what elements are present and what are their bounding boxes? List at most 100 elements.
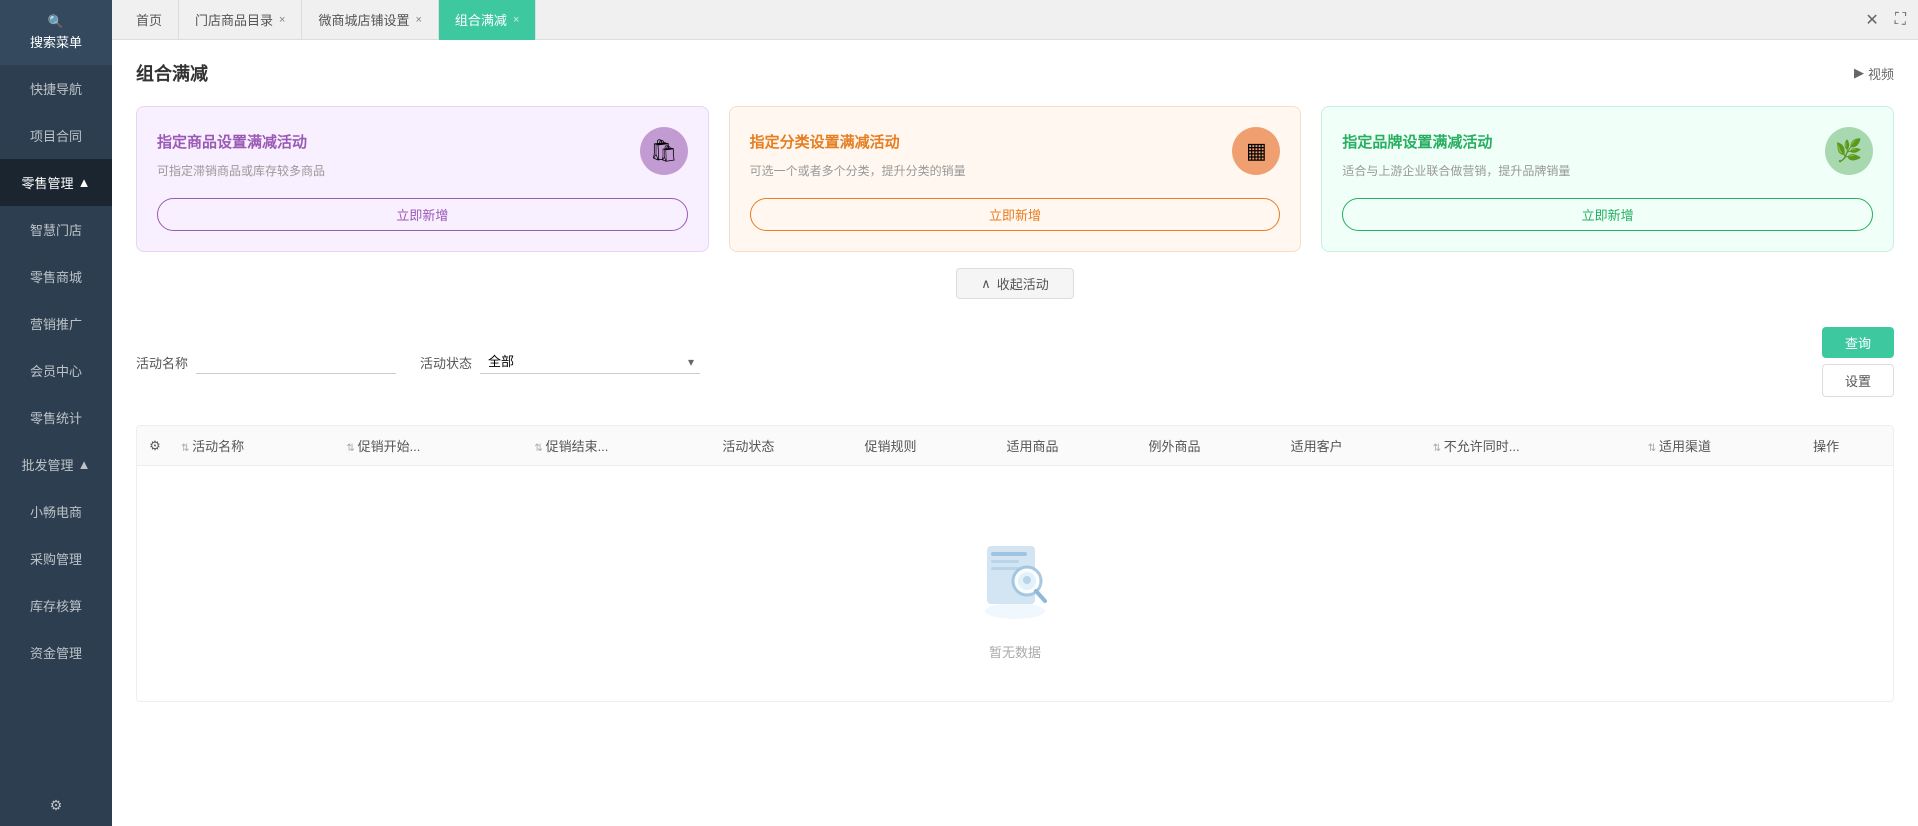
play-icon: ▶ (1854, 65, 1864, 81)
brand-card: 🌿 指定品牌设置满减活动 适合与上游企业联合做营销，提升品牌销量 立即新增 (1321, 106, 1894, 252)
col-activity-name[interactable]: 活动名称 (173, 426, 338, 466)
retail-mall-label: 零售商城 (30, 267, 82, 286)
collapse-bar: ∧ 收起活动 (136, 268, 1894, 299)
retail-management-arrow: ▲ (78, 175, 91, 190)
collapse-icon: ∧ (981, 276, 991, 292)
brand-card-desc: 适合与上游企业联合做营销，提升品牌销量 (1342, 162, 1873, 180)
col-not-allow-same[interactable]: 不允许同时... (1425, 426, 1640, 466)
col-gear[interactable]: ⚙ (137, 426, 173, 466)
table-header-row: ⚙ 活动名称 促销开始... 促销结束... 活动状态 促销规则 适用商品 例外… (137, 426, 1893, 466)
category-card-icon: ▦ (1232, 127, 1280, 175)
sidebar-item-funds-mgmt[interactable]: 资金管理 (0, 629, 112, 676)
project-contract-label: 项目合同 (30, 126, 82, 145)
col-applicable-customer: 适用客户 (1283, 426, 1425, 466)
sidebar-search-label: 搜索菜单 (30, 32, 82, 51)
sidebar-item-marketing[interactable]: 营销推广 (0, 300, 112, 347)
product-card-title: 指定商品设置满减活动 (157, 131, 688, 152)
main-content: 首页 门店商品目录 × 微商城店铺设置 × 组合满减 × ✕ ⛶ 组合满减 ▶ … (112, 0, 1918, 826)
tab-wechat-store-settings[interactable]: 微商城店铺设置 × (302, 0, 438, 40)
purchase-mgmt-label: 采购管理 (30, 549, 82, 568)
filter-actions: 查询 设置 (1822, 327, 1894, 397)
empty-illustration (965, 526, 1065, 626)
tab-wechat-store-settings-close[interactable]: × (415, 14, 421, 26)
activity-table: ⚙ 活动名称 促销开始... 促销结束... 活动状态 促销规则 适用商品 例外… (137, 426, 1893, 701)
activity-status-filter-group: 活动状态 全部 进行中 未开始 已结束 (420, 350, 700, 374)
category-card: ▦ 指定分类设置满减活动 可选一个或者多个分类，提升分类的销量 立即新增 (729, 106, 1302, 252)
tab-store-catalog[interactable]: 门店商品目录 × (179, 0, 302, 40)
tab-wechat-store-settings-label: 微商城店铺设置 (318, 10, 409, 29)
retail-stats-label: 零售统计 (30, 408, 82, 427)
product-card-add-btn[interactable]: 立即新增 (157, 198, 688, 231)
content-area: 组合满减 ▶ 视频 🛍 指定商品设置满减活动 可指定滞销商品或库存较多商品 立即… (112, 40, 1918, 826)
xiochang-ecom-label: 小畅电商 (30, 502, 82, 521)
tab-combo-discount-label: 组合满减 (455, 10, 507, 29)
wholesale-mgmt-arrow: ▲ (78, 457, 91, 472)
empty-state: 暂无数据 (137, 466, 1893, 701)
col-activity-status: 活动状态 (714, 426, 856, 466)
tab-combo-discount-close[interactable]: × (513, 14, 519, 26)
sidebar-item-member-center[interactable]: 会员中心 (0, 347, 112, 394)
sidebar-item-retail-mall[interactable]: 零售商城 (0, 253, 112, 300)
tabbar: 首页 门店商品目录 × 微商城店铺设置 × 组合满减 × ✕ ⛶ (112, 0, 1918, 40)
page-title: 组合满减 (136, 60, 208, 86)
table-body: 暂无数据 (137, 466, 1893, 702)
tab-home[interactable]: 首页 (120, 0, 179, 40)
brand-card-title: 指定品牌设置满减活动 (1342, 131, 1873, 152)
col-promo-start[interactable]: 促销开始... (338, 426, 526, 466)
retail-management-label: 零售管理 (22, 173, 74, 192)
activity-name-filter-group: 活动名称 (136, 350, 396, 374)
tab-combo-discount[interactable]: 组合满减 × (439, 0, 536, 40)
product-card-icon: 🛍 (640, 127, 688, 175)
brand-card-add-btn[interactable]: 立即新增 (1342, 198, 1873, 231)
tab-store-catalog-label: 门店商品目录 (195, 10, 273, 29)
cards-row: 🛍 指定商品设置满减活动 可指定滞销商品或库存较多商品 立即新增 ▦ 指定分类设… (136, 106, 1894, 252)
maximize-window-btn[interactable]: ⛶ (1891, 6, 1910, 34)
tab-store-catalog-close[interactable]: × (279, 14, 285, 26)
sidebar-item-project-contract[interactable]: 项目合同 (0, 112, 112, 159)
query-btn[interactable]: 查询 (1822, 327, 1894, 358)
marketing-label: 营销推广 (30, 314, 82, 333)
quick-nav-label: 快捷导航 (30, 79, 82, 98)
empty-text: 暂无数据 (989, 642, 1041, 661)
settings-btn[interactable]: 设置 (1822, 364, 1894, 397)
search-icon: 🔍 (48, 14, 64, 30)
product-card-desc: 可指定滞销商品或库存较多商品 (157, 162, 688, 180)
col-applicable-channel[interactable]: 适用渠道 (1640, 426, 1805, 466)
collapse-label: 收起活动 (997, 274, 1049, 293)
sidebar-item-retail-stats[interactable]: 零售统计 (0, 394, 112, 441)
col-operation: 操作 (1805, 426, 1893, 466)
sidebar-item-inventory-calc[interactable]: 库存核算 (0, 582, 112, 629)
col-promo-end[interactable]: 促销结束... (526, 426, 714, 466)
filter-row: 活动名称 活动状态 全部 进行中 未开始 已结束 查询 设置 (136, 315, 1894, 409)
collapse-activities-btn[interactable]: ∧ 收起活动 (956, 268, 1074, 299)
tabbar-actions: ✕ ⛶ (1861, 6, 1910, 34)
video-label: 视频 (1868, 64, 1894, 83)
funds-mgmt-label: 资金管理 (30, 643, 82, 662)
sidebar-settings-btn[interactable]: ⚙ (0, 785, 112, 826)
table-container: ⚙ 活动名称 促销开始... 促销结束... 活动状态 促销规则 适用商品 例外… (136, 425, 1894, 702)
activity-name-input[interactable] (196, 350, 396, 374)
product-card: 🛍 指定商品设置满减活动 可指定滞销商品或库存较多商品 立即新增 (136, 106, 709, 252)
category-card-title: 指定分类设置满减活动 (750, 131, 1281, 152)
page-title-row: 组合满减 ▶ 视频 (136, 60, 1894, 86)
sidebar-item-smart-store[interactable]: 智慧门店 (0, 206, 112, 253)
category-card-desc: 可选一个或者多个分类，提升分类的销量 (750, 162, 1281, 180)
sidebar-item-xiochang-ecom[interactable]: 小畅电商 (0, 488, 112, 535)
sidebar-item-wholesale-mgmt[interactable]: 批发管理 ▲ (0, 441, 112, 488)
sidebar-item-purchase-mgmt[interactable]: 采购管理 (0, 535, 112, 582)
col-exception-goods: 例外商品 (1141, 426, 1283, 466)
video-link[interactable]: ▶ 视频 (1854, 64, 1894, 83)
smart-store-label: 智慧门店 (30, 220, 82, 239)
wholesale-mgmt-label: 批发管理 (22, 455, 74, 474)
sidebar-item-quick-nav[interactable]: 快捷导航 (0, 65, 112, 112)
settings-icon: ⚙ (50, 797, 63, 813)
category-card-add-btn[interactable]: 立即新增 (750, 198, 1281, 231)
col-applicable-goods: 适用商品 (998, 426, 1140, 466)
tab-home-label: 首页 (136, 10, 162, 29)
sidebar-item-retail-management[interactable]: 零售管理 ▲ (0, 159, 112, 206)
brand-card-icon: 🌿 (1825, 127, 1873, 175)
close-window-btn[interactable]: ✕ (1861, 6, 1882, 34)
activity-status-select[interactable]: 全部 进行中 未开始 已结束 (480, 350, 700, 374)
activity-status-select-wrapper: 全部 进行中 未开始 已结束 (480, 350, 700, 374)
sidebar-item-search[interactable]: 🔍 搜索菜单 (0, 0, 112, 65)
